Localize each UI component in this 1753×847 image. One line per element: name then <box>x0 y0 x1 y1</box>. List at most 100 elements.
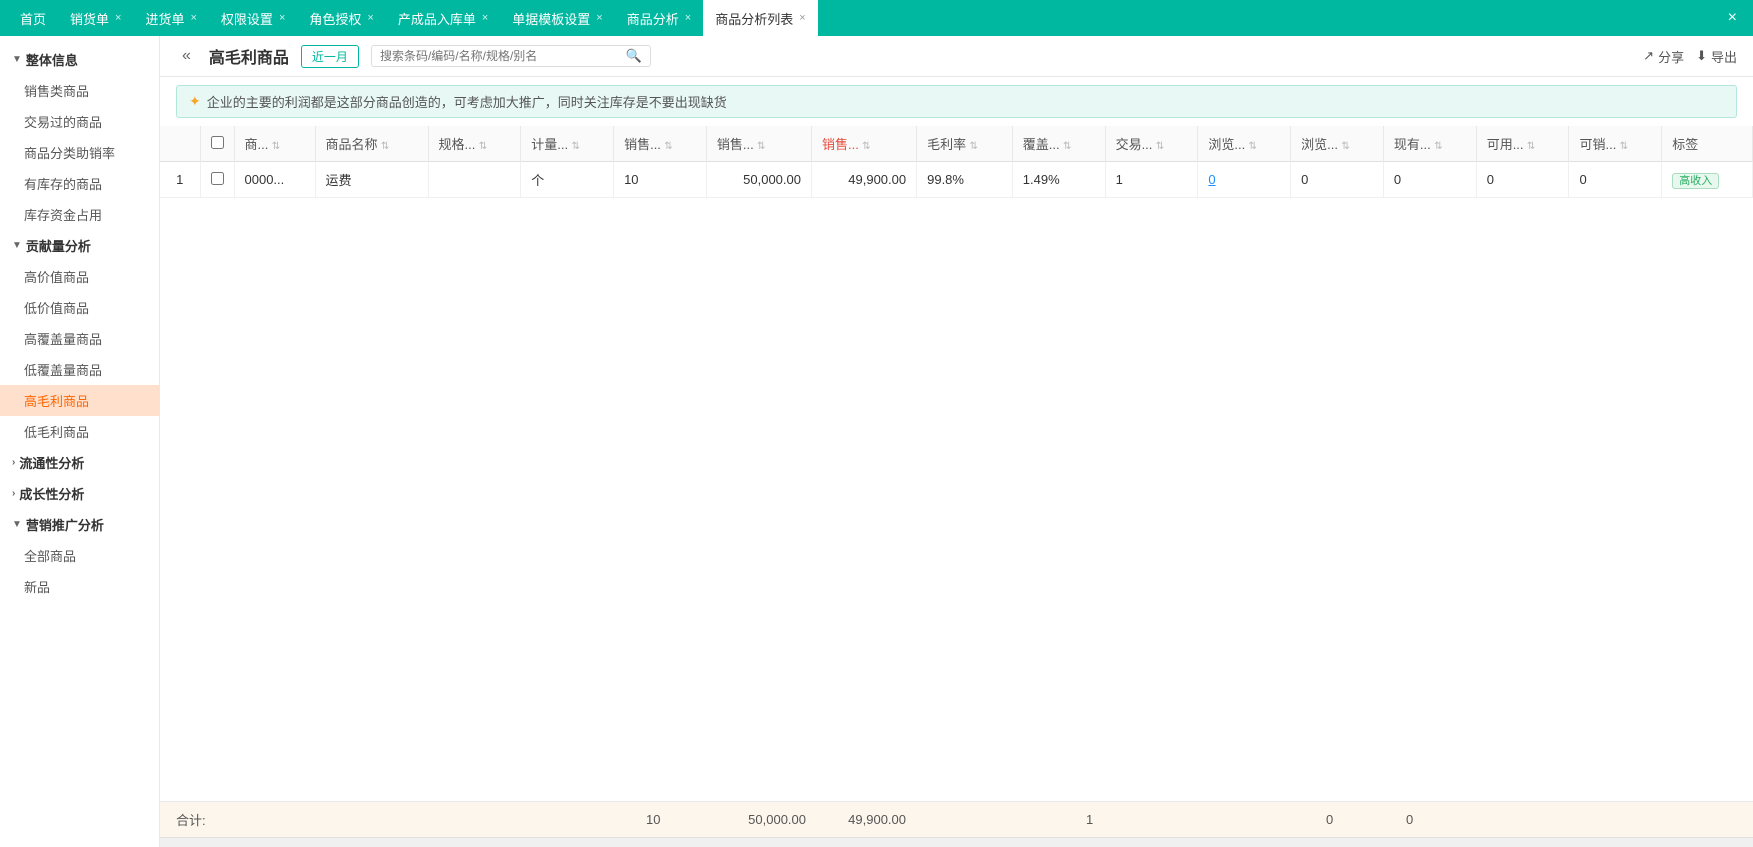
content-header: « 高毛利商品 近一月 🔍 ↗ 分享 ⬇ 导出 <box>160 36 1753 77</box>
row-stock3: 0 <box>1569 162 1662 198</box>
search-icon[interactable]: 🔍 <box>626 48 642 64</box>
nav-permission-settings[interactable]: 权限设置 × <box>209 0 297 36</box>
sort-name-icon: ⇅ <box>381 141 389 152</box>
sidebar-item-all-goods[interactable]: 全部商品 <box>0 540 159 571</box>
sidebar-group-circulation[interactable]: › 流通性分析 <box>0 447 159 478</box>
nav-product-inbound[interactable]: 产成品入库单 × <box>386 0 500 36</box>
row-stock1: 0 <box>1383 162 1476 198</box>
sidebar-group-contribution[interactable]: ▼ 贡献量分析 <box>0 230 159 261</box>
close-sales-order[interactable]: × <box>115 12 121 24</box>
sidebar-item-stock-capital[interactable]: 库存资金占用 <box>0 199 159 230</box>
arrow-marketing: ▼ <box>12 519 22 530</box>
th-index <box>160 126 200 162</box>
sort-browse1-icon: ⇅ <box>1249 141 1257 152</box>
sort-sales3-icon: ⇅ <box>862 141 870 152</box>
sidebar-item-stocked-goods[interactable]: 有库存的商品 <box>0 168 159 199</box>
nav-template-settings[interactable]: 单据模板设置 × <box>500 0 614 36</box>
search-input[interactable] <box>380 49 626 63</box>
close-role-auth[interactable]: × <box>367 12 373 24</box>
sidebar-group-overall[interactable]: ▼ 整体信息 <box>0 44 159 75</box>
nav-home[interactable]: 首页 <box>8 0 58 36</box>
main-layout: ▼ 整体信息 销售类商品 交易过的商品 商品分类助销率 有库存的商品 库存资金占… <box>0 36 1753 847</box>
tag-badge: 高收入 <box>1672 173 1719 189</box>
time-filter-button[interactable]: 近一月 <box>301 45 359 68</box>
sidebar-item-low-coverage[interactable]: 低覆盖量商品 <box>0 354 159 385</box>
row-checkbox[interactable] <box>211 172 224 185</box>
close-purchase-order[interactable]: × <box>190 12 196 24</box>
th-stock2[interactable]: 可用... ⇅ <box>1476 126 1569 162</box>
sort-browse2-icon: ⇅ <box>1341 141 1349 152</box>
info-banner: ✦ 企业的主要的利润都是这部分商品创造的，可考虑加大推广，同时关注库存是不要出现… <box>176 85 1737 118</box>
browse1-link[interactable]: 0 <box>1208 172 1215 187</box>
sort-stock2-icon: ⇅ <box>1527 141 1535 152</box>
th-sales2[interactable]: 销售... ⇅ <box>706 126 811 162</box>
row-checkbox-cell <box>200 162 234 198</box>
th-browse1[interactable]: 浏览... ⇅ <box>1198 126 1291 162</box>
sidebar-item-high-margin[interactable]: 高毛利商品 <box>0 385 159 416</box>
select-all-checkbox[interactable] <box>211 136 224 149</box>
sidebar-item-category-rate[interactable]: 商品分类助销率 <box>0 137 159 168</box>
arrow-growth: › <box>12 488 15 499</box>
sidebar-item-new-goods[interactable]: 新品 <box>0 571 159 602</box>
sort-code-icon: ⇅ <box>272 141 280 152</box>
bottom-scrollbar[interactable] <box>160 837 1753 847</box>
row-gross-rate: 99.8% <box>917 162 1013 198</box>
nav-product-analysis[interactable]: 商品分析 × <box>615 0 703 36</box>
collapse-sidebar-button[interactable]: « <box>176 45 197 67</box>
th-code[interactable]: 商... ⇅ <box>234 126 315 162</box>
sidebar-item-traded-goods[interactable]: 交易过的商品 <box>0 106 159 137</box>
export-button[interactable]: ⬇ 导出 <box>1696 47 1737 66</box>
sidebar: ▼ 整体信息 销售类商品 交易过的商品 商品分类助销率 有库存的商品 库存资金占… <box>0 36 160 847</box>
th-checkbox <box>200 126 234 162</box>
sort-transaction-icon: ⇅ <box>1156 141 1164 152</box>
th-sales1[interactable]: 销售... ⇅ <box>614 126 707 162</box>
th-stock3[interactable]: 可销... ⇅ <box>1569 126 1662 162</box>
nav-sales-order[interactable]: 销货单 × <box>58 0 133 36</box>
nav-role-auth[interactable]: 角色授权 × <box>297 0 385 36</box>
close-product-analysis-list[interactable]: × <box>799 12 805 24</box>
sort-coverage-icon: ⇅ <box>1063 141 1071 152</box>
sidebar-item-high-coverage[interactable]: 高覆盖量商品 <box>0 323 159 354</box>
sidebar-item-low-margin[interactable]: 低毛利商品 <box>0 416 159 447</box>
footer-sales3: 49,900.00 <box>816 812 916 827</box>
nav-product-analysis-list[interactable]: 商品分析列表 × <box>703 0 817 36</box>
th-name[interactable]: 商品名称 ⇅ <box>315 126 428 162</box>
th-sales3[interactable]: 销售... ⇅ <box>811 126 916 162</box>
close-product-analysis[interactable]: × <box>685 12 691 24</box>
row-sales3: 49,900.00 <box>811 162 916 198</box>
th-browse2[interactable]: 浏览... ⇅ <box>1291 126 1384 162</box>
sidebar-item-sales-goods[interactable]: 销售类商品 <box>0 75 159 106</box>
th-transaction[interactable]: 交易... ⇅ <box>1105 126 1198 162</box>
row-tag: 高收入 <box>1662 162 1753 198</box>
th-spec[interactable]: 规格... ⇅ <box>428 126 521 162</box>
sort-sales1-icon: ⇅ <box>664 141 672 152</box>
share-button[interactable]: ↗ 分享 <box>1643 47 1684 66</box>
row-coverage: 1.49% <box>1012 162 1105 198</box>
sidebar-item-high-value[interactable]: 高价值商品 <box>0 261 159 292</box>
sidebar-item-low-value[interactable]: 低价值商品 <box>0 292 159 323</box>
sidebar-group-growth[interactable]: › 成长性分析 <box>0 478 159 509</box>
th-unit[interactable]: 计量... ⇅ <box>521 126 614 162</box>
row-spec <box>428 162 521 198</box>
export-icon: ⬇ <box>1696 48 1707 64</box>
sort-stock3-icon: ⇅ <box>1620 141 1628 152</box>
th-gross-rate[interactable]: 毛利率 ⇅ <box>917 126 1013 162</box>
sort-spec-icon: ⇅ <box>479 141 487 152</box>
close-product-inbound[interactable]: × <box>482 12 488 24</box>
footer-stock1: 0 <box>1316 812 1396 827</box>
nav-purchase-order[interactable]: 进货单 × <box>133 0 208 36</box>
sort-unit-icon: ⇅ <box>571 141 579 152</box>
top-nav: 首页 销货单 × 进货单 × 权限设置 × 角色授权 × 产成品入库单 × 单据… <box>0 0 1753 36</box>
th-stock1[interactable]: 现有... ⇅ <box>1383 126 1476 162</box>
row-browse2: 0 <box>1291 162 1384 198</box>
data-table: 商... ⇅ 商品名称 ⇅ 规格... ⇅ 计量... <box>160 126 1753 198</box>
th-coverage[interactable]: 覆盖... ⇅ <box>1012 126 1105 162</box>
close-template-settings[interactable]: × <box>596 12 602 24</box>
close-all-button[interactable]: × <box>1720 9 1745 27</box>
close-permission-settings[interactable]: × <box>279 12 285 24</box>
arrow-contribution: ▼ <box>12 240 22 251</box>
sidebar-group-marketing[interactable]: ▼ 营销推广分析 <box>0 509 159 540</box>
row-index: 1 <box>160 162 200 198</box>
header-actions: ↗ 分享 ⬇ 导出 <box>1643 47 1737 66</box>
arrow-overall: ▼ <box>12 54 22 65</box>
